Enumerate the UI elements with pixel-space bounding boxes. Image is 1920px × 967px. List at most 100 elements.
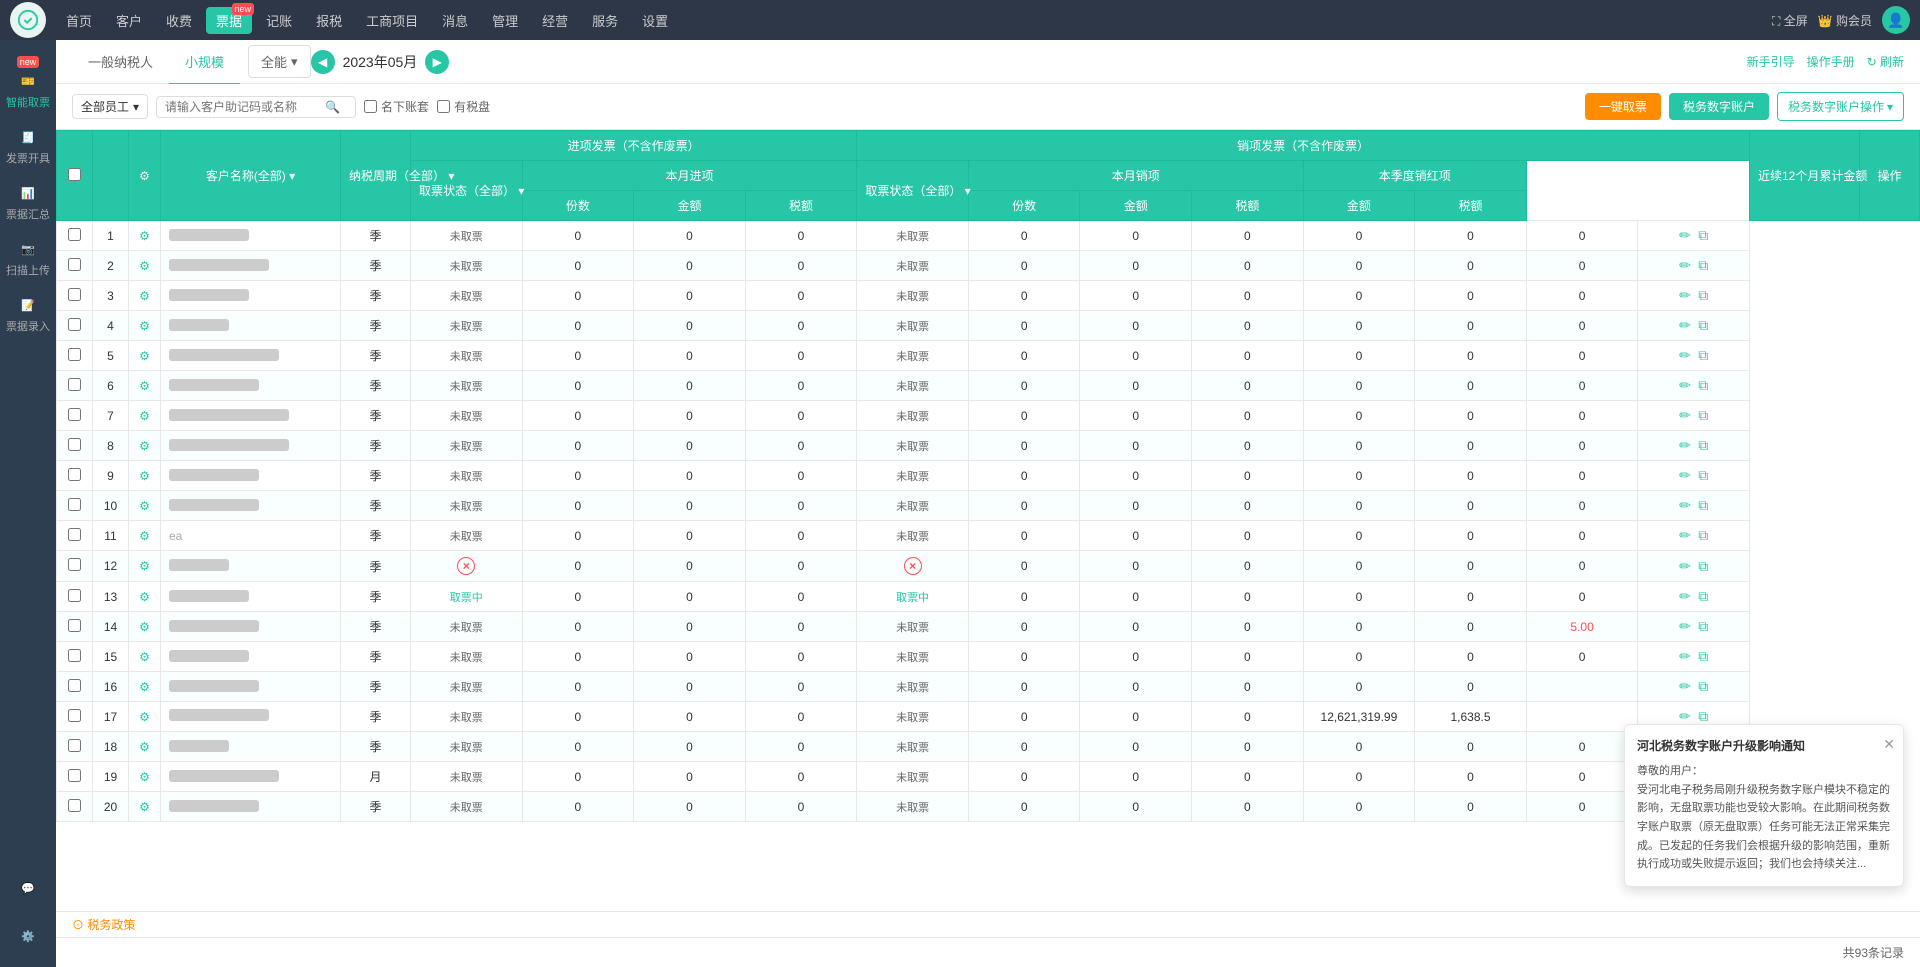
date-next-btn[interactable]: ▶ <box>425 50 449 74</box>
cell-settings[interactable]: ⚙ <box>129 672 161 702</box>
tab-general-taxpayer[interactable]: 一般纳税人 <box>72 40 169 85</box>
cell-settings[interactable]: ⚙ <box>129 371 161 401</box>
edit-icon[interactable]: ✏ <box>1679 347 1691 363</box>
row-checkbox[interactable] <box>68 649 81 662</box>
row-checkbox[interactable] <box>68 258 81 271</box>
row-checkbox[interactable] <box>68 408 81 421</box>
cell-settings[interactable]: ⚙ <box>129 702 161 732</box>
cell-settings[interactable]: ⚙ <box>129 431 161 461</box>
copy-icon[interactable]: ⧉ <box>1698 377 1708 393</box>
cell-settings[interactable]: ⚙ <box>129 341 161 371</box>
copy-icon[interactable]: ⧉ <box>1698 527 1708 543</box>
copy-icon[interactable]: ⧉ <box>1698 467 1708 483</box>
copy-icon[interactable]: ⧉ <box>1698 407 1708 423</box>
nav-business[interactable]: 工商项目 <box>356 7 428 34</box>
sidebar-item-entry[interactable]: 📝 票据录入 <box>0 286 56 342</box>
row-checkbox[interactable] <box>68 558 81 571</box>
row-checkbox[interactable] <box>68 378 81 391</box>
nav-fees[interactable]: 收费 <box>156 7 202 34</box>
cell-settings[interactable]: ⚙ <box>129 582 161 612</box>
nav-operation[interactable]: 经营 <box>532 7 578 34</box>
edit-icon[interactable]: ✏ <box>1679 618 1691 634</box>
cell-check[interactable] <box>57 642 93 672</box>
row-checkbox[interactable] <box>68 228 81 241</box>
cell-settings[interactable]: ⚙ <box>129 251 161 281</box>
cell-settings[interactable]: ⚙ <box>129 792 161 822</box>
row-checkbox[interactable] <box>68 799 81 812</box>
th-status-out[interactable]: 取票状态（全部） ▾ <box>857 161 969 221</box>
row-checkbox[interactable] <box>68 709 81 722</box>
copy-icon[interactable]: ⧉ <box>1698 678 1708 694</box>
popup-close-btn[interactable]: ✕ <box>1883 733 1895 755</box>
cell-settings[interactable]: ⚙ <box>129 762 161 792</box>
cell-settings[interactable]: ⚙ <box>129 311 161 341</box>
edit-icon[interactable]: ✏ <box>1679 227 1691 243</box>
cell-check[interactable] <box>57 551 93 582</box>
nav-message[interactable]: 消息 <box>432 7 478 34</box>
one-click-fetch-btn[interactable]: 一键取票 <box>1585 93 1661 120</box>
select-all-checkbox[interactable] <box>68 168 81 181</box>
edit-icon[interactable]: ✏ <box>1679 407 1691 423</box>
tax-digital-account-btn[interactable]: 税务数字账户 <box>1669 93 1769 120</box>
row-checkbox[interactable] <box>68 769 81 782</box>
named-accounts-checkbox[interactable] <box>364 100 377 113</box>
cell-settings[interactable]: ⚙ <box>129 401 161 431</box>
copy-icon[interactable]: ⧉ <box>1698 227 1708 243</box>
nav-settings[interactable]: 设置 <box>632 7 678 34</box>
fullscreen-btn[interactable]: ⛶ 全屏 <box>1772 12 1808 29</box>
edit-icon[interactable]: ✏ <box>1679 497 1691 513</box>
copy-icon[interactable]: ⧉ <box>1698 497 1708 513</box>
row-checkbox[interactable] <box>68 438 81 451</box>
sidebar-item-scan[interactable]: 📷 扫描上传 <box>0 230 56 286</box>
cell-check[interactable] <box>57 251 93 281</box>
row-checkbox[interactable] <box>68 619 81 632</box>
edit-icon[interactable]: ✏ <box>1679 648 1691 664</box>
cell-check[interactable] <box>57 311 93 341</box>
sidebar-item-summary[interactable]: 📊 票据汇总 <box>0 174 56 230</box>
edit-icon[interactable]: ✏ <box>1679 467 1691 483</box>
row-checkbox[interactable] <box>68 348 81 361</box>
copy-icon[interactable]: ⧉ <box>1698 437 1708 453</box>
search-input[interactable] <box>165 100 325 114</box>
nav-invoice[interactable]: 票据 new <box>206 7 252 34</box>
cell-check[interactable] <box>57 732 93 762</box>
cell-check[interactable] <box>57 371 93 401</box>
sidebar-item-invoice-issue[interactable]: 🧾 发票开具 <box>0 118 56 174</box>
checkbox-tax-disk[interactable]: 有税盘 <box>437 98 490 115</box>
row-checkbox[interactable] <box>68 468 81 481</box>
edit-icon[interactable]: ✏ <box>1679 588 1691 604</box>
cell-check[interactable] <box>57 762 93 792</box>
copy-icon[interactable]: ⧉ <box>1698 257 1708 273</box>
cell-check[interactable] <box>57 612 93 642</box>
edit-icon[interactable]: ✏ <box>1679 558 1691 574</box>
th-name[interactable]: 客户名称(全部) ▾ <box>161 131 341 221</box>
cell-check[interactable] <box>57 341 93 371</box>
copy-icon[interactable]: ⧉ <box>1698 648 1708 664</box>
edit-icon[interactable]: ✏ <box>1679 437 1691 453</box>
sidebar-settings[interactable]: ⚙️ <box>13 917 43 957</box>
nav-service[interactable]: 服务 <box>582 7 628 34</box>
nav-tax[interactable]: 报税 <box>306 7 352 34</box>
member-btn[interactable]: 👑 购会员 <box>1818 12 1872 29</box>
row-checkbox[interactable] <box>68 498 81 511</box>
cell-settings[interactable]: ⚙ <box>129 551 161 582</box>
cell-settings[interactable]: ⚙ <box>129 461 161 491</box>
edit-icon[interactable]: ✏ <box>1679 317 1691 333</box>
tab-small-scale[interactable]: 小规模 <box>169 40 240 85</box>
cell-check[interactable] <box>57 221 93 251</box>
cell-settings[interactable]: ⚙ <box>129 612 161 642</box>
row-checkbox[interactable] <box>68 288 81 301</box>
cell-settings[interactable]: ⚙ <box>129 521 161 551</box>
app-logo[interactable] <box>10 2 46 38</box>
tax-policy-bar[interactable]: ⊙ 税务政策 <box>56 911 1920 937</box>
cell-check[interactable] <box>57 672 93 702</box>
refresh-btn[interactable]: ↻ 刷新 <box>1867 53 1904 70</box>
cell-check[interactable] <box>57 431 93 461</box>
sidebar-message[interactable]: 💬 <box>13 869 43 909</box>
row-checkbox[interactable] <box>68 589 81 602</box>
nav-bookkeeping[interactable]: 记账 <box>256 7 302 34</box>
cell-check[interactable] <box>57 461 93 491</box>
cell-settings[interactable]: ⚙ <box>129 221 161 251</box>
edit-icon[interactable]: ✏ <box>1679 257 1691 273</box>
cell-check[interactable] <box>57 401 93 431</box>
